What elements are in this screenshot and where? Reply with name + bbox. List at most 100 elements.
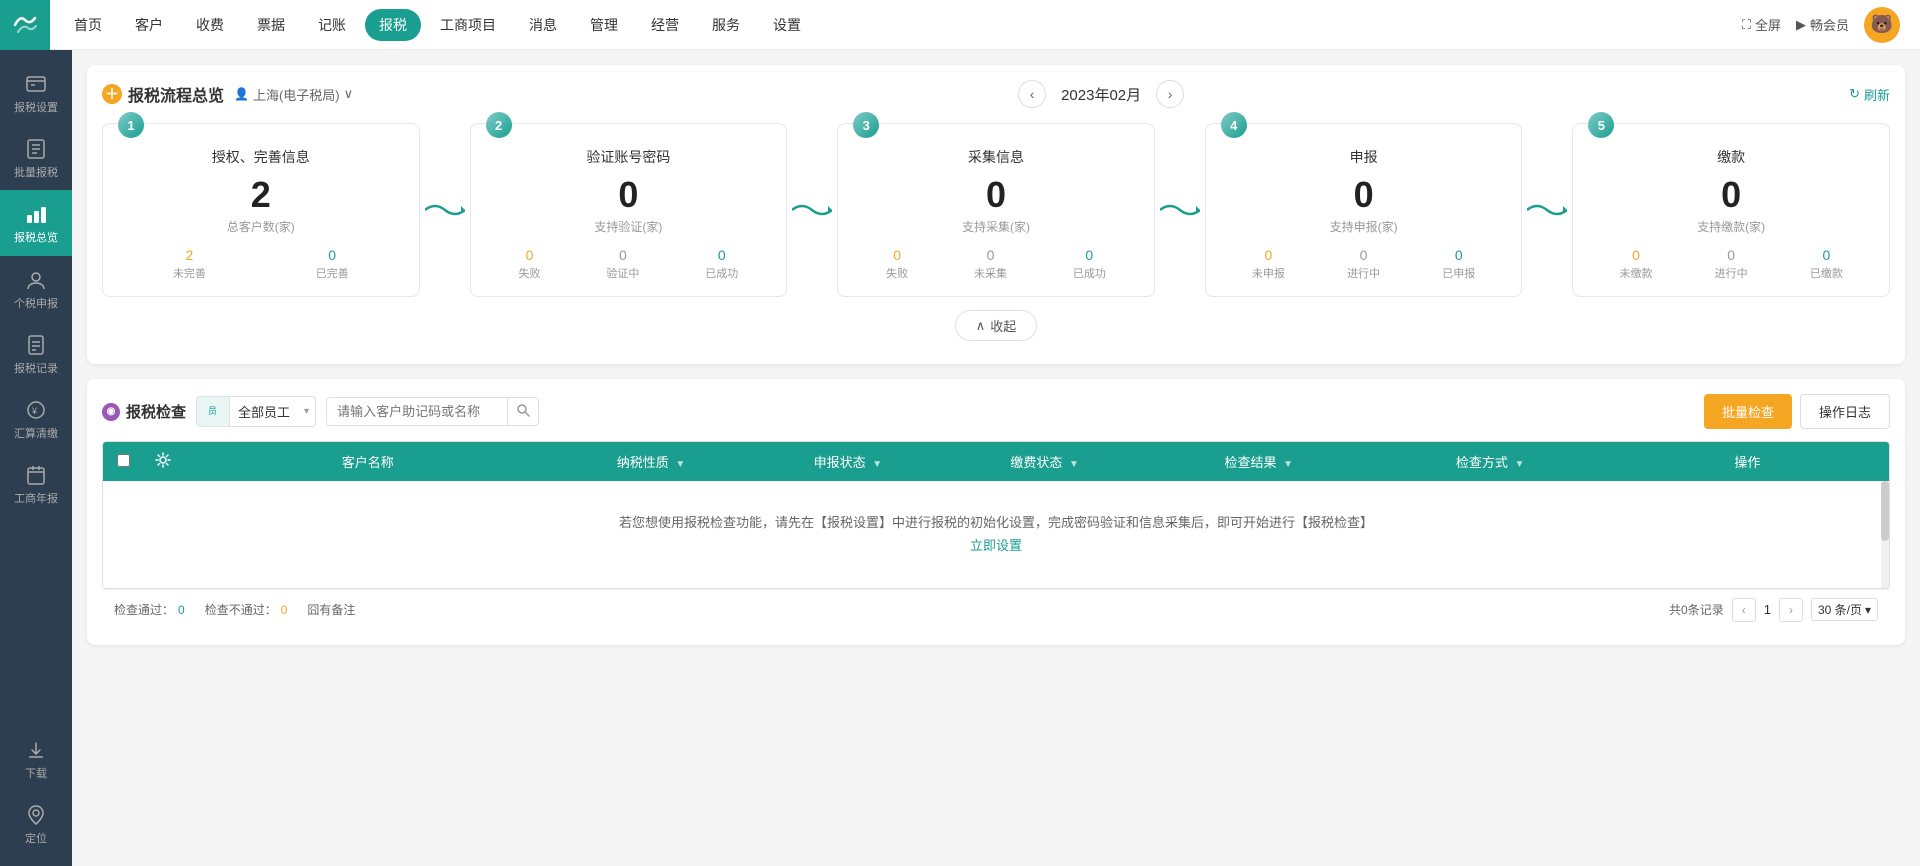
nav-manage[interactable]: 管理 (576, 9, 632, 41)
tax-record-icon (22, 331, 50, 359)
nav-right: ⛶ 全屏 ▶ 畅会员 🐻 (1742, 7, 1900, 43)
nav-service[interactable]: 服务 (698, 9, 754, 41)
svg-text:¥: ¥ (31, 406, 38, 416)
nav-settings[interactable]: 设置 (759, 9, 815, 41)
svg-text:员: 员 (208, 406, 217, 416)
pass-value[interactable]: 0 (178, 603, 185, 617)
step-2-stat-2-label: 已成功 (705, 265, 738, 281)
step-arrow-1 (420, 198, 470, 222)
employee-filter[interactable]: 员 全部员工 ▾ (196, 396, 316, 427)
nav-ticket[interactable]: 票据 (243, 9, 299, 41)
th-check-result[interactable]: 检查结果 ▼ (1143, 442, 1374, 481)
nav-accounting[interactable]: 记账 (304, 9, 360, 41)
fullscreen-button[interactable]: ⛶ 全屏 (1742, 15, 1781, 34)
tax-check-card: ◉ 报税检查 员 全部员工 ▾ (87, 379, 1905, 645)
sidebar-label-download: 下载 (25, 768, 47, 781)
current-page: 1 (1764, 602, 1771, 617)
nav-operation[interactable]: 经营 (637, 9, 693, 41)
vip-label: 畅会员 (1810, 15, 1849, 34)
step-1-stat-1-value: 0 (328, 247, 336, 263)
check-title: ◉ 报税检查 (102, 401, 186, 422)
th-check-method[interactable]: 检查方式 ▼ (1374, 442, 1605, 481)
th-gear[interactable] (143, 442, 183, 481)
step-4: 4 申报 0 支持申报(家) 0 未申报 0 进行中 (1205, 123, 1523, 297)
employee-filter-chevron: ▾ (298, 401, 315, 422)
search-wrapper (326, 397, 539, 426)
batch-check-button[interactable]: 批量检查 (1704, 394, 1792, 429)
filter-icon-declare: ▼ (872, 459, 882, 470)
steps-container: 1 授权、完善信息 2 总客户数(家) 2 未完善 0 已完善 (102, 123, 1890, 297)
nav-customer[interactable]: 客户 (121, 9, 177, 41)
nav-industry[interactable]: 工商项目 (426, 9, 510, 41)
sidebar-item-settlement[interactable]: ¥ 汇算清缴 (0, 386, 72, 451)
th-tax-type[interactable]: 纳税性质 ▼ (553, 442, 750, 481)
sidebar-item-personal-tax[interactable]: 个税申报 (0, 256, 72, 321)
step-4-stat-0-value: 0 (1264, 247, 1272, 263)
step-1-count: 2 (118, 177, 404, 213)
location-icon (22, 801, 50, 829)
next-month-button[interactable]: › (1156, 80, 1184, 108)
nav-message[interactable]: 消息 (515, 9, 571, 41)
step-1-subtitle: 总客户数(家) (118, 218, 404, 235)
sidebar-label-tax-settings: 报税设置 (14, 102, 58, 115)
fail-value[interactable]: 0 (281, 603, 288, 617)
per-page-selector[interactable]: 30 条/页 ▾ (1811, 598, 1878, 621)
step-2-number: 2 (486, 112, 512, 138)
step-2-stat-1: 0 验证中 (606, 247, 639, 281)
sidebar-item-tax-record[interactable]: 报税记录 (0, 321, 72, 386)
prev-month-button[interactable]: ‹ (1018, 80, 1046, 108)
prev-page-button[interactable]: ‹ (1732, 598, 1756, 622)
refresh-button[interactable]: ↻ 刷新 (1849, 85, 1890, 104)
th-action: 操作 (1606, 442, 1889, 481)
step-3-stat-1-label: 未采集 (974, 265, 1007, 281)
process-title-text: 报税流程总览 (128, 82, 224, 106)
scrollbar-thumb[interactable] (1881, 481, 1889, 541)
step-3-subtitle: 支持采集(家) (853, 218, 1139, 235)
sidebar-item-batch-tax[interactable]: 批量报税 (0, 125, 72, 190)
vip-button[interactable]: ▶ 畅会员 (1796, 15, 1849, 34)
empty-message: 若您想使用报税检查功能，请先在【报税设置】中进行报税的初始化设置，完成密码验证和… (619, 511, 1373, 534)
collapse-button[interactable]: ∧ 收起 (955, 310, 1038, 341)
collapse-bar: ∧ 收起 (102, 302, 1890, 349)
setup-link[interactable]: 立即设置 (970, 534, 1022, 557)
next-page-button[interactable]: › (1779, 598, 1803, 622)
user-avatar[interactable]: 🐻 (1864, 7, 1900, 43)
sidebar-item-annual-report[interactable]: 工商年报 (0, 451, 72, 516)
search-input[interactable] (327, 399, 507, 424)
fail-label: 检查不通过： (205, 601, 277, 618)
select-all-checkbox[interactable] (117, 454, 130, 467)
settlement-icon: ¥ (22, 396, 50, 424)
step-2-stat-1-value: 0 (619, 247, 627, 263)
total-records: 共0条记录 (1669, 601, 1724, 618)
step-5: 5 缴款 0 支持缴款(家) 0 未缴款 0 进行中 (1572, 123, 1890, 297)
current-month: 2023年02月 (1061, 84, 1141, 105)
step-1-title: 授权、完善信息 (118, 147, 404, 167)
process-card: ＋ 报税流程总览 👤 上海(电子税局) ∨ ‹ 2023年02月 › ↻ 刷新 (87, 65, 1905, 364)
step-5-stats: 0 未缴款 0 进行中 0 已缴款 (1588, 247, 1874, 281)
tax-overview-icon (22, 200, 50, 228)
step-5-stat-2: 0 已缴款 (1810, 247, 1843, 281)
nav-fee[interactable]: 收费 (182, 9, 238, 41)
sidebar-item-tax-overview[interactable]: 报税总览 (0, 190, 72, 255)
step-5-stat-1-label: 进行中 (1715, 265, 1748, 281)
sidebar-item-download[interactable]: 下载 (0, 726, 72, 791)
scrollbar[interactable] (1881, 481, 1889, 588)
table-body-empty: 若您想使用报税检查功能，请先在【报税设置】中进行报税的初始化设置，完成密码验证和… (103, 481, 1889, 588)
th-pay-status[interactable]: 缴费状态 ▼ (946, 442, 1143, 481)
operation-log-button[interactable]: 操作日志 (1800, 394, 1890, 429)
th-declare-status[interactable]: 申报状态 ▼ (749, 442, 946, 481)
collapse-icon: ∧ (976, 318, 986, 334)
sidebar-item-location[interactable]: 定位 (0, 791, 72, 856)
location-tag[interactable]: 👤 上海(电子税局) ∨ (234, 85, 353, 104)
employee-filter-text: 全部员工 (230, 397, 298, 426)
sidebar-item-tax-settings[interactable]: 报税设置 (0, 60, 72, 125)
step-1: 1 授权、完善信息 2 总客户数(家) 2 未完善 0 已完善 (102, 123, 420, 297)
nav-tax[interactable]: 报税 (365, 9, 421, 41)
step-arrow-2 (787, 198, 837, 222)
nav-home[interactable]: 首页 (60, 9, 116, 41)
step-4-number: 4 (1221, 112, 1247, 138)
step-4-stat-2: 0 已申报 (1442, 247, 1475, 281)
step-2-stat-2: 0 已成功 (705, 247, 738, 281)
search-button[interactable] (507, 398, 538, 425)
step-5-title: 缴款 (1588, 147, 1874, 167)
